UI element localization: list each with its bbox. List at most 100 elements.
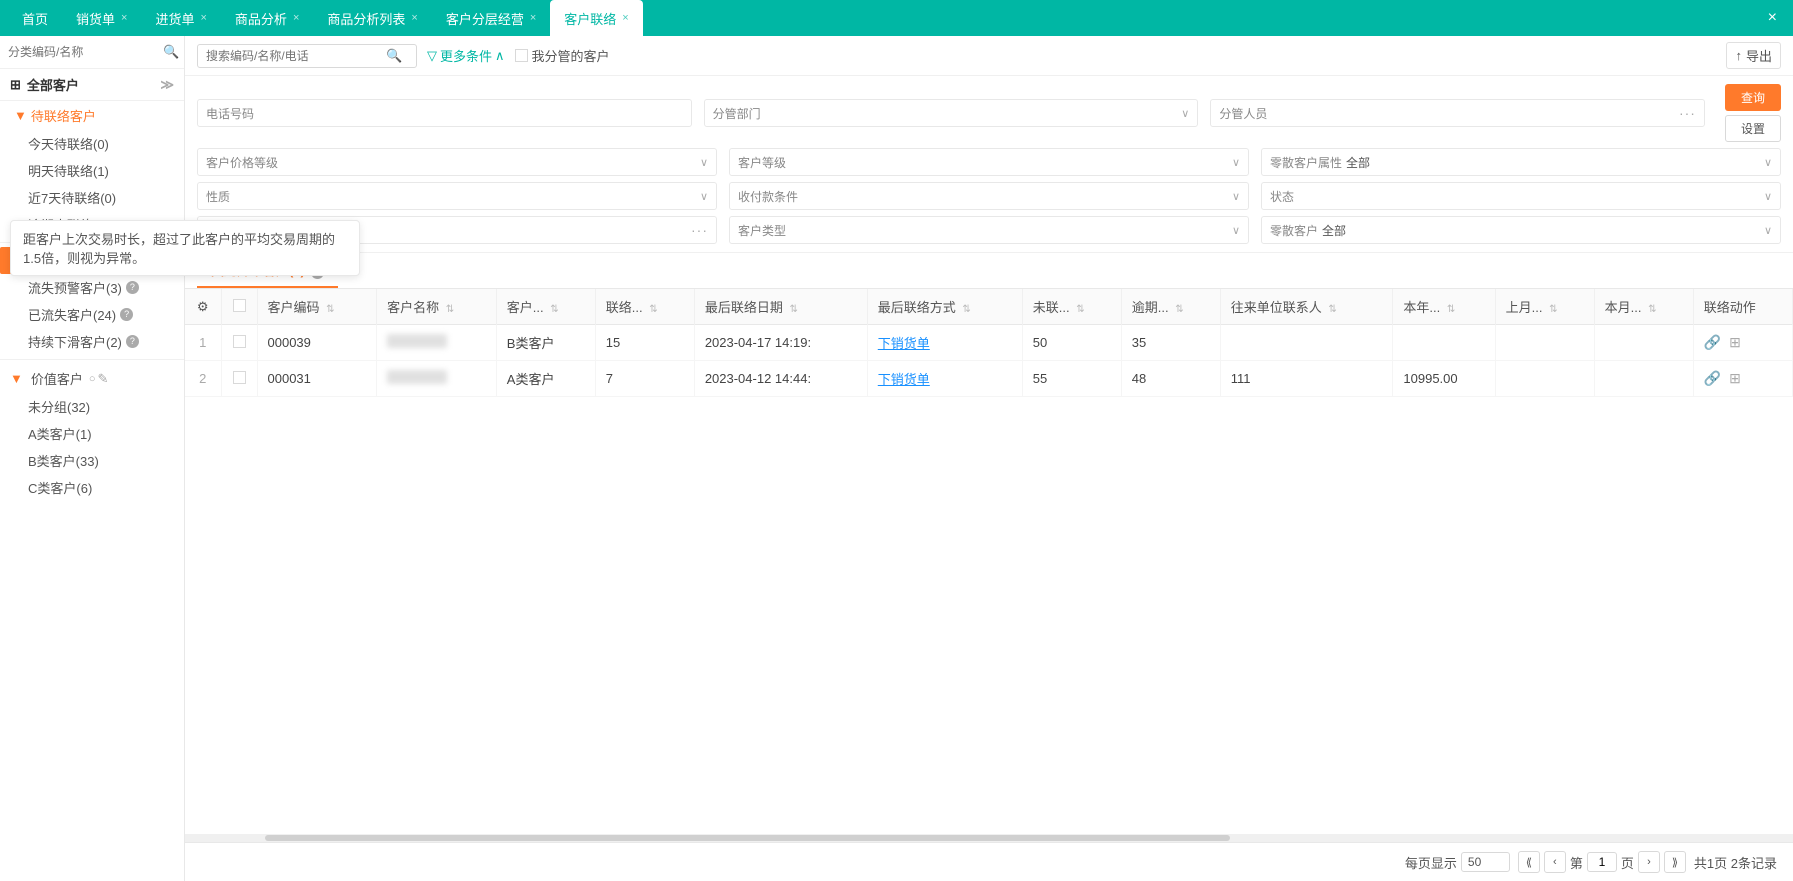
sidebar-customer-group-value[interactable]: ▼ 价值客户 ○ ✎ bbox=[0, 364, 184, 393]
edit-pencil-icon[interactable]: ✎ bbox=[98, 371, 109, 387]
nav-product-analysis-list[interactable]: 商品分析列表 × bbox=[313, 0, 431, 36]
settings-button[interactable]: 设置 bbox=[1725, 115, 1781, 142]
edit-group-icon[interactable]: ○ bbox=[89, 373, 96, 385]
col-overdue[interactable]: 逾期... ⇅ bbox=[1121, 289, 1220, 325]
nav-home[interactable]: 首页 bbox=[8, 0, 62, 36]
filter-phone[interactable]: 电话号码 bbox=[197, 99, 692, 127]
content-area: 🔍 ▽ 更多条件 ∧ 我分管的客户 ↑ 导出 电话号码 bbox=[185, 36, 1793, 881]
row-2-grid-icon[interactable]: ⊞ bbox=[1729, 370, 1741, 387]
nav-product-analysis[interactable]: 商品分析 × bbox=[221, 0, 313, 36]
sidebar-item-loss-warning[interactable]: 流失预警客户(3) ? bbox=[0, 274, 184, 301]
row-1-this-month bbox=[1594, 325, 1693, 361]
horizontal-scrollbar[interactable] bbox=[185, 834, 1793, 842]
sidebar-item-declining[interactable]: 持续下滑客户(2) ? bbox=[0, 328, 184, 355]
query-button[interactable]: 查询 bbox=[1725, 84, 1781, 111]
prev-page-btn[interactable]: ‹ bbox=[1544, 851, 1566, 873]
row-2-overdue: 48 bbox=[1121, 361, 1220, 397]
sidebar-item-today[interactable]: 今天待联络(0) bbox=[0, 130, 184, 157]
sidebar-collapse-btn[interactable]: ≫ bbox=[160, 77, 174, 93]
col-this-month[interactable]: 本月... ⇅ bbox=[1594, 289, 1693, 325]
filter-payment[interactable]: 收付款条件 ∨ bbox=[729, 182, 1249, 210]
sort-contact-person-icon: ⇅ bbox=[1328, 304, 1336, 315]
sidebar-item-7days[interactable]: 近7天待联络(0) bbox=[0, 184, 184, 211]
retail-customer-dropdown-icon: ∨ bbox=[1764, 224, 1772, 237]
row-2-checkbox[interactable] bbox=[221, 361, 257, 397]
close-sales-tab[interactable]: × bbox=[121, 12, 127, 24]
nav-customer-segment[interactable]: 客户分层经营 × bbox=[432, 0, 550, 36]
loss-warning-help-icon[interactable]: ? bbox=[126, 281, 139, 294]
row-1-grid-icon[interactable]: ⊞ bbox=[1729, 334, 1741, 351]
sidebar-item-b-class[interactable]: B类客户(33) bbox=[0, 447, 184, 474]
lost-help-icon[interactable]: ? bbox=[120, 308, 133, 321]
per-page-label: 每页显示 bbox=[1405, 853, 1457, 872]
row-2-contact-person: 111 bbox=[1220, 361, 1393, 397]
nav-purchase[interactable]: 进货单 × bbox=[141, 0, 220, 36]
nav-customer-contact[interactable]: 客户联络 × bbox=[550, 0, 642, 36]
filter-row-4: ··· 客户类型 ∨ 零散客户 全部 ∨ bbox=[197, 216, 1781, 244]
row-1-checkbox[interactable] bbox=[221, 325, 257, 361]
filter-nature[interactable]: 性质 ∨ bbox=[197, 182, 717, 210]
last-page-btn[interactable]: ⟫ bbox=[1664, 851, 1686, 873]
row-2-last-method[interactable]: 下销货单 bbox=[867, 361, 1022, 397]
close-customer-contact-tab[interactable]: × bbox=[622, 12, 628, 24]
filter-customer-type[interactable]: 客户类型 ∨ bbox=[729, 216, 1249, 244]
main-search-input[interactable] bbox=[206, 49, 386, 63]
main-search-icon[interactable]: 🔍 bbox=[386, 48, 402, 64]
next-page-btn[interactable]: › bbox=[1638, 851, 1660, 873]
sidebar-item-a-class[interactable]: A类客户(1) bbox=[0, 420, 184, 447]
sidebar-all-customers[interactable]: ⊞ 全部客户 ≫ bbox=[0, 69, 184, 101]
sidebar-item-c-class[interactable]: C类客户(6) bbox=[0, 474, 184, 501]
my-customers-checkbox[interactable] bbox=[515, 49, 528, 62]
sidebar-group-pending[interactable]: ▼ 待联络客户 bbox=[0, 101, 184, 130]
filter-customer-level[interactable]: 客户等级 ∨ bbox=[729, 148, 1249, 176]
col-last-date[interactable]: 最后联络日期 ⇅ bbox=[694, 289, 867, 325]
col-last-method[interactable]: 最后联络方式 ⇅ bbox=[867, 289, 1022, 325]
col-code[interactable]: 客户编码 ⇅ bbox=[257, 289, 377, 325]
col-this-year[interactable]: 本年... ⇅ bbox=[1393, 289, 1495, 325]
col-contact-count[interactable]: 联络... ⇅ bbox=[595, 289, 694, 325]
sort-code-icon: ⇅ bbox=[326, 304, 334, 315]
filter-retail-attr[interactable]: 零散客户属性 全部 ∨ bbox=[1261, 148, 1781, 176]
page-number-input[interactable] bbox=[1587, 852, 1617, 872]
col-checkbox bbox=[221, 289, 257, 325]
row-2-this-month bbox=[1594, 361, 1693, 397]
select-all-checkbox[interactable] bbox=[233, 299, 246, 312]
export-icon: ↑ bbox=[1735, 48, 1742, 63]
settings-icon[interactable]: ⚙ bbox=[197, 299, 209, 314]
sidebar-item-ungroup[interactable]: 未分组(32) bbox=[0, 393, 184, 420]
more-conditions-btn[interactable]: ▽ 更多条件 ∧ bbox=[427, 46, 505, 65]
col-name[interactable]: 客户名称 ⇅ bbox=[377, 289, 497, 325]
grid-icon-small: ⊞ bbox=[10, 77, 21, 93]
col-un-contact[interactable]: 未联... ⇅ bbox=[1022, 289, 1121, 325]
sidebar-search-input[interactable] bbox=[8, 45, 163, 59]
sidebar-item-lost-customers[interactable]: 已流失客户(24) ? bbox=[0, 301, 184, 328]
nav-sales[interactable]: 销货单 × bbox=[62, 0, 141, 36]
filter-status[interactable]: 状态 ∨ bbox=[1261, 182, 1781, 210]
scrollbar-thumb[interactable] bbox=[265, 835, 1230, 841]
close-purchase-tab[interactable]: × bbox=[200, 12, 206, 24]
close-product-analysis-tab[interactable]: × bbox=[293, 12, 299, 24]
sidebar-item-tomorrow[interactable]: 明天待联络(1) bbox=[0, 157, 184, 184]
per-page-select[interactable]: 50 100 200 bbox=[1461, 852, 1510, 872]
filter-dept[interactable]: 分管部门 ∨ bbox=[704, 99, 1199, 127]
global-close-button[interactable]: × bbox=[1760, 9, 1785, 27]
first-page-btn[interactable]: ⟪ bbox=[1518, 851, 1540, 873]
filter-price-level[interactable]: 客户价格等级 ∨ bbox=[197, 148, 717, 176]
col-contact-person[interactable]: 往来单位联系人 ⇅ bbox=[1220, 289, 1393, 325]
row-1-link-icon[interactable]: 🔗 bbox=[1704, 334, 1721, 351]
col-settings[interactable]: ⚙ bbox=[185, 289, 221, 325]
sidebar-search-icon[interactable]: 🔍 bbox=[163, 44, 179, 60]
row-1-last-method[interactable]: 下销货单 bbox=[867, 325, 1022, 361]
page-label: 第 bbox=[1570, 853, 1583, 872]
my-customers-checkbox-area[interactable]: 我分管的客户 bbox=[515, 46, 610, 65]
close-customer-segment-tab[interactable]: × bbox=[530, 12, 536, 24]
filter-manager[interactable]: 分管人员 ··· bbox=[1210, 99, 1705, 127]
page-navigation: ⟪ ‹ 第 页 › ⟫ bbox=[1518, 851, 1686, 873]
row-2-link-icon[interactable]: 🔗 bbox=[1704, 370, 1721, 387]
close-product-analysis-list-tab[interactable]: × bbox=[411, 12, 417, 24]
filter-retail-customer[interactable]: 零散客户 全部 ∨ bbox=[1261, 216, 1781, 244]
declining-help-icon[interactable]: ? bbox=[126, 335, 139, 348]
export-button[interactable]: ↑ 导出 bbox=[1726, 42, 1781, 69]
col-type[interactable]: 客户... ⇅ bbox=[496, 289, 595, 325]
col-last-month[interactable]: 上月... ⇅ bbox=[1495, 289, 1594, 325]
